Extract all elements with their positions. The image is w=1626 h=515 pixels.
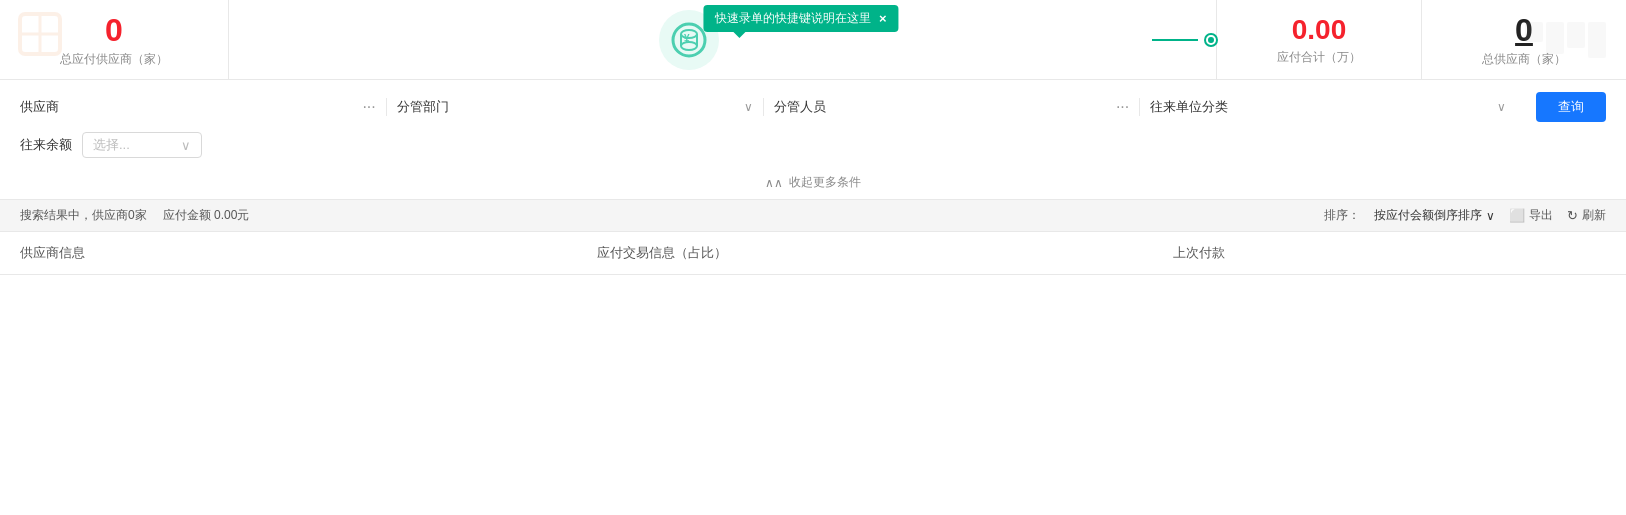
unit-class-filter-input[interactable] bbox=[1234, 100, 1491, 115]
export-button[interactable]: ⬜ 导出 bbox=[1509, 207, 1553, 224]
collapse-button[interactable]: ∧∧ 收起更多条件 bbox=[765, 174, 861, 191]
ghost-chart-icon bbox=[1525, 22, 1606, 58]
stats-bar: 0 总应付供应商（家） ¥ 快速录单的快捷键说明在这里 × bbox=[0, 0, 1626, 80]
refresh-button[interactable]: ↻ 刷新 bbox=[1567, 207, 1606, 224]
filter-bar: 供应商 ··· 分管部门 ∨ 分管人员 ··· 往来单位分类 ∨ 查询 往来余额… bbox=[0, 80, 1626, 200]
collapse-up-icon: ∧∧ bbox=[765, 176, 783, 190]
col-transaction-header: 应付交易信息（占比） bbox=[597, 244, 1174, 262]
tooltip-text: 快速录单的快捷键说明在这里 bbox=[715, 10, 871, 27]
refresh-label: 刷新 bbox=[1582, 207, 1606, 224]
department-filter-field: 分管部门 ∨ bbox=[387, 98, 764, 116]
query-button[interactable]: 查询 bbox=[1536, 92, 1606, 122]
total-payable-suppliers-stat: 0 总应付供应商（家） bbox=[0, 0, 229, 79]
total-payable-suppliers-label: 总应付供应商（家） bbox=[60, 51, 168, 68]
export-label: 导出 bbox=[1529, 207, 1553, 224]
table-body bbox=[0, 275, 1626, 515]
tooltip-connector-line bbox=[1152, 39, 1199, 41]
collapse-label: 收起更多条件 bbox=[789, 174, 861, 191]
department-filter-arrow[interactable]: ∨ bbox=[744, 100, 753, 114]
col-lastpay-header: 上次付款 bbox=[1173, 244, 1606, 262]
result-bar: 搜索结果中，供应商0家 应付金额 0.00元 排序： 按应付会额倒序排序 ∨ ⬜… bbox=[0, 200, 1626, 232]
export-icon: ⬜ bbox=[1509, 208, 1525, 223]
total-payable-suppliers-value: 0 bbox=[105, 11, 123, 49]
balance-filter-placeholder: 选择... bbox=[93, 136, 130, 154]
col-supplier-header: 供应商信息 bbox=[20, 244, 597, 262]
person-filter-label: 分管人员 bbox=[774, 98, 826, 116]
tooltip-close-btn[interactable]: × bbox=[879, 11, 887, 26]
result-info: 搜索结果中，供应商0家 应付金额 0.00元 bbox=[20, 207, 249, 224]
payable-total-value: 0.00 bbox=[1292, 13, 1347, 47]
result-amount-summary: 应付金额 0.00元 bbox=[163, 207, 250, 224]
unit-class-filter-label: 往来单位分类 bbox=[1150, 98, 1228, 116]
payable-total-stat: ¥ 快速录单的快捷键说明在这里 × bbox=[229, 0, 1217, 79]
unit-class-filter-arrow[interactable]: ∨ bbox=[1497, 100, 1506, 114]
result-actions: 排序： 按应付会额倒序排序 ∨ ⬜ 导出 ↻ 刷新 bbox=[1324, 207, 1606, 224]
balance-filter-select[interactable]: 选择... ∨ bbox=[82, 132, 202, 158]
payable-total-number-stat: 0.00 应付合计（万） bbox=[1217, 0, 1422, 79]
balance-filter-label: 往来余额 bbox=[20, 136, 72, 154]
total-suppliers-stat: 0 总供应商（家） bbox=[1422, 0, 1626, 79]
collapse-bar: ∧∧ 收起更多条件 bbox=[20, 168, 1606, 199]
supplier-filter-field: 供应商 ··· bbox=[20, 98, 387, 116]
person-filter-field: 分管人员 ··· bbox=[764, 98, 1141, 116]
svg-text:¥: ¥ bbox=[684, 33, 690, 44]
payable-total-label: 应付合计（万） bbox=[1277, 49, 1361, 66]
result-suppliers-summary: 搜索结果中，供应商0家 bbox=[20, 207, 147, 224]
sort-arrow-icon: ∨ bbox=[1486, 209, 1495, 223]
unit-class-filter-field: 往来单位分类 ∨ bbox=[1140, 98, 1516, 116]
department-filter-input[interactable] bbox=[455, 100, 738, 115]
supplier-filter-dots[interactable]: ··· bbox=[362, 98, 375, 116]
person-filter-dots[interactable]: ··· bbox=[1116, 98, 1129, 116]
person-filter-input[interactable] bbox=[832, 100, 1110, 115]
tooltip-bubble: 快速录单的快捷键说明在这里 × bbox=[703, 5, 899, 32]
sort-label: 排序： bbox=[1324, 207, 1360, 224]
stat-watermark-icon bbox=[10, 4, 70, 76]
sort-value: 按应付会额倒序排序 bbox=[1374, 207, 1482, 224]
supplier-filter-label: 供应商 bbox=[20, 98, 59, 116]
refresh-icon: ↻ bbox=[1567, 208, 1578, 223]
tooltip-connector-dot bbox=[1206, 35, 1216, 45]
table-header: 供应商信息 应付交易信息（占比） 上次付款 bbox=[0, 232, 1626, 275]
supplier-filter-input[interactable] bbox=[65, 100, 356, 115]
sort-select[interactable]: 按应付会额倒序排序 ∨ bbox=[1374, 207, 1495, 224]
department-filter-label: 分管部门 bbox=[397, 98, 449, 116]
balance-filter-arrow: ∨ bbox=[181, 138, 191, 153]
